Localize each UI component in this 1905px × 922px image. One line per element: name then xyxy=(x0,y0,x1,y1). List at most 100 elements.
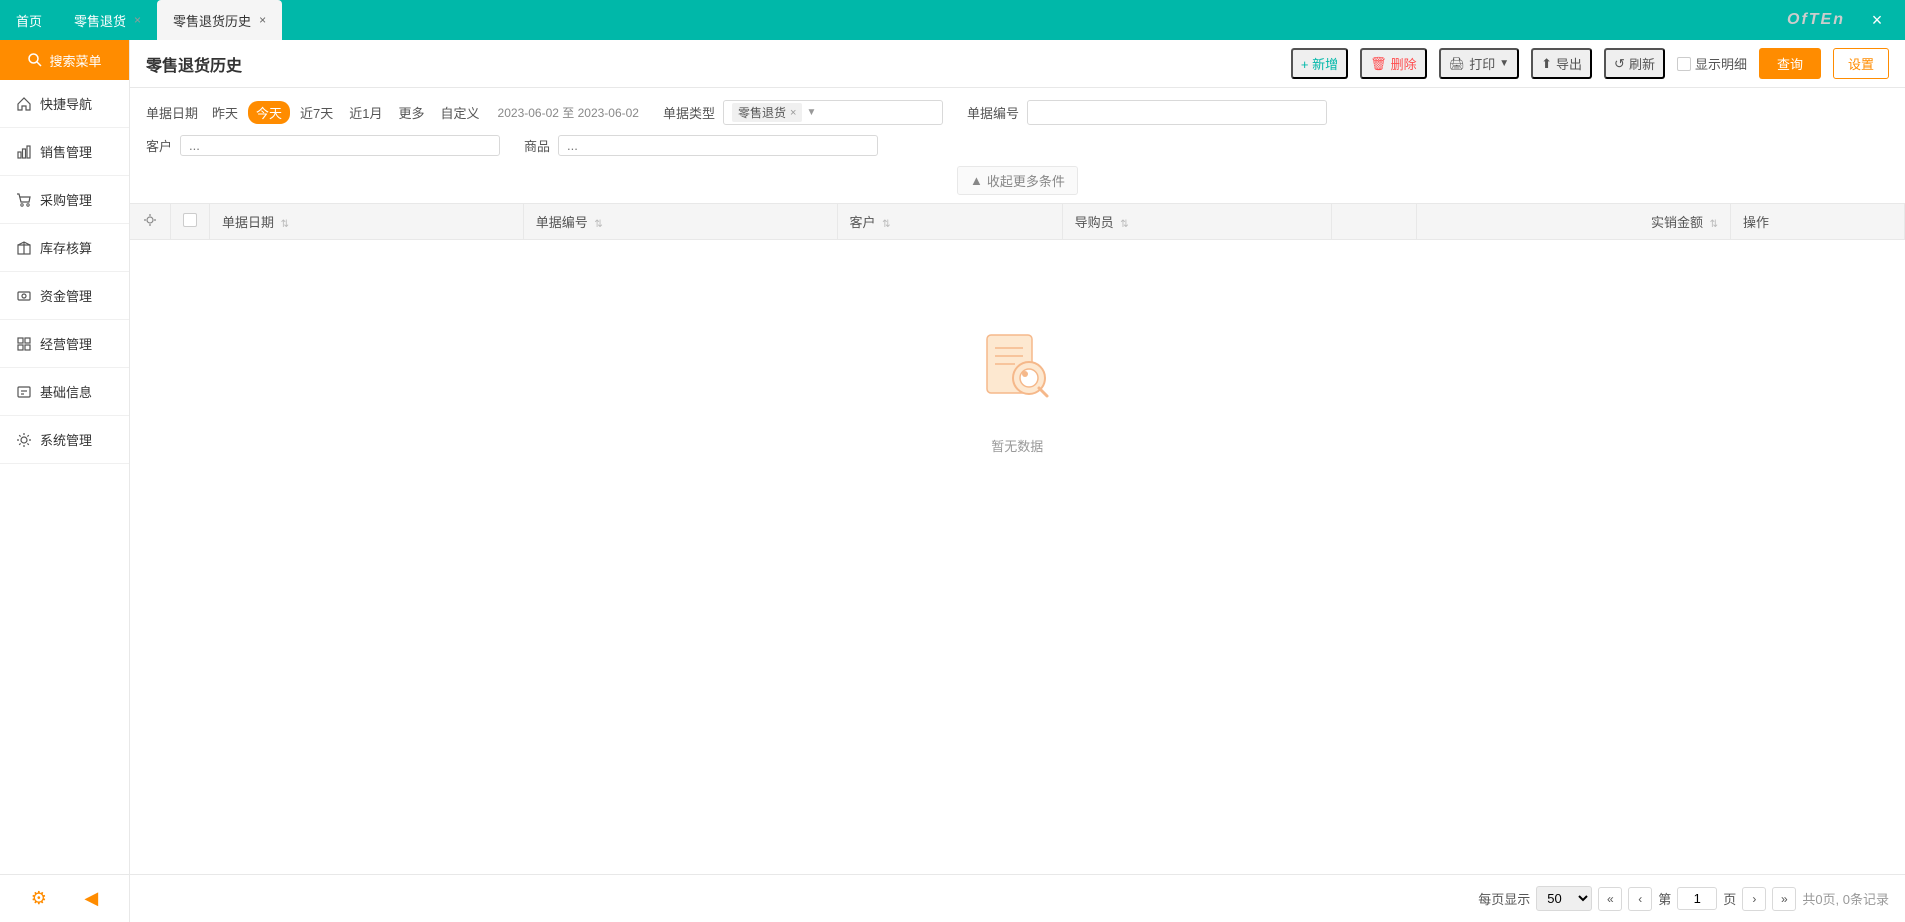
manage-icon xyxy=(16,336,32,352)
sidebar-item-system[interactable]: 系统管理 xyxy=(0,416,129,464)
first-page-button[interactable]: « xyxy=(1598,887,1622,911)
doc-type-tag-close[interactable]: × xyxy=(790,107,796,119)
refresh-button[interactable]: ↺ 刷新 xyxy=(1604,48,1665,79)
page-title: 零售退货历史 xyxy=(146,52,242,76)
sidebar-item-basic-label: 基础信息 xyxy=(40,382,92,401)
sidebar-item-operations-label: 经营管理 xyxy=(40,334,92,353)
tab-retail-return-history-label: 零售退货历史 xyxy=(173,11,251,30)
close-window-icon: × xyxy=(1872,10,1883,31)
tab-home[interactable]: 首页 xyxy=(0,0,58,40)
sidebar-item-finance-label: 资金管理 xyxy=(40,286,92,305)
query-button[interactable]: 查询 xyxy=(1759,48,1821,79)
collapse-icon: ▲ xyxy=(970,173,983,188)
table-footer: 每页显示 50 20 100 200 « ‹ 第 页 › » 共0页, 0条记录 xyxy=(130,874,1905,922)
doc-type-input[interactable]: 零售退货 × ▼ xyxy=(723,100,943,125)
doc-no-input[interactable] xyxy=(1027,100,1327,125)
tab-retail-return[interactable]: 零售退货 × xyxy=(58,0,157,40)
settings-icon[interactable]: ⚙ xyxy=(31,888,47,909)
close-window-button[interactable]: × xyxy=(1861,4,1893,36)
tab-retail-return-history-close[interactable]: × xyxy=(259,13,266,27)
sort-no-icon: ⇅ xyxy=(594,219,602,230)
table-body: 暂无数据 xyxy=(130,240,1905,536)
empty-cell: 暂无数据 xyxy=(130,240,1905,536)
date-yesterday[interactable]: 昨天 xyxy=(206,101,244,124)
page-size-select[interactable]: 50 20 100 200 xyxy=(1536,886,1592,911)
top-tab-bar: 首页 零售退货 × 零售退货历史 × OfTEn × xyxy=(0,0,1905,40)
customer-label: 客户 xyxy=(146,136,172,155)
date-selector: 昨天 今天 近7天 近1月 更多 自定义 xyxy=(206,101,486,124)
tab-retail-return-label: 零售退货 xyxy=(74,11,126,30)
new-button[interactable]: + 新增 xyxy=(1291,48,1348,79)
sidebar-item-quicknav[interactable]: 快捷导航 xyxy=(0,80,129,128)
th-date[interactable]: 单据日期 ⇅ xyxy=(210,204,524,240)
page-label: 第 xyxy=(1658,889,1671,908)
header-checkbox[interactable] xyxy=(183,213,197,227)
goods-input[interactable] xyxy=(558,135,878,156)
th-no[interactable]: 单据编号 ⇅ xyxy=(523,204,837,240)
sidebar-item-basic[interactable]: 基础信息 xyxy=(0,368,129,416)
empty-illustration xyxy=(967,320,1067,420)
tab-retail-return-close[interactable]: × xyxy=(134,13,141,27)
print-dropdown-icon: ▼ xyxy=(1499,58,1509,69)
customer-input[interactable] xyxy=(180,135,500,156)
delete-button[interactable]: 🗑 删除 xyxy=(1360,48,1427,79)
customer-search-input[interactable] xyxy=(189,138,369,153)
th-settings[interactable] xyxy=(130,204,171,240)
tab-list: 首页 零售退货 × 零售退货历史 × xyxy=(0,0,1787,40)
table-container: 单据日期 ⇅ 单据编号 ⇅ 客户 ⇅ 导购员 ⇅ xyxy=(130,204,1905,874)
date-more[interactable]: 更多 xyxy=(393,101,431,124)
volume-icon[interactable]: ◀ xyxy=(84,888,98,909)
sort-guide-icon: ⇅ xyxy=(1120,219,1128,230)
doc-type-filter: 单据类型 零售退货 × ▼ xyxy=(663,100,943,125)
date-custom[interactable]: 自定义 xyxy=(435,101,486,124)
collapse-button[interactable]: ▲ 收起更多条件 xyxy=(957,166,1078,195)
show-detail-checkbox[interactable]: 显示明细 xyxy=(1677,54,1747,73)
main-layout: 搜索菜单 快捷导航 销售管理 xyxy=(0,40,1905,922)
table-header: 单据日期 ⇅ 单据编号 ⇅ 客户 ⇅ 导购员 ⇅ xyxy=(130,204,1905,240)
sidebar-item-sales[interactable]: 销售管理 xyxy=(0,128,129,176)
date-1month[interactable]: 近1月 xyxy=(343,101,388,124)
sidebar: 搜索菜单 快捷导航 销售管理 xyxy=(0,40,130,922)
goods-label: 商品 xyxy=(524,136,550,155)
date-7days[interactable]: 近7天 xyxy=(294,101,339,124)
print-button[interactable]: 🖨 打印 ▼ xyxy=(1439,48,1519,79)
sidebar-item-system-label: 系统管理 xyxy=(40,430,92,449)
search-icon xyxy=(27,52,43,68)
th-guide[interactable]: 导购员 ⇅ xyxy=(1062,204,1331,240)
date-today[interactable]: 今天 xyxy=(248,101,290,124)
detail-checkbox[interactable] xyxy=(1677,57,1691,71)
page-header: 零售退货历史 + 新增 🗑 删除 🖨 打印 ▼ ⬆ 导出 ↺ xyxy=(130,40,1905,88)
th-action: 操作 xyxy=(1731,204,1905,240)
tab-retail-return-history[interactable]: 零售退货历史 × xyxy=(157,0,282,40)
header-actions: + 新增 🗑 删除 🖨 打印 ▼ ⬆ 导出 ↺ 刷新 xyxy=(1291,48,1889,79)
sidebar-item-operations[interactable]: 经营管理 xyxy=(0,320,129,368)
filter-area: 单据日期 昨天 今天 近7天 近1月 更多 自定义 2023-06-02 至 2… xyxy=(130,88,1905,204)
delete-icon: 🗑 xyxy=(1370,56,1387,72)
next-page-button[interactable]: › xyxy=(1742,887,1766,911)
empty-text: 暂无数据 xyxy=(991,436,1043,455)
sidebar-search-button[interactable]: 搜索菜单 xyxy=(0,40,129,80)
cart-icon xyxy=(16,192,32,208)
prev-page-button[interactable]: ‹ xyxy=(1628,887,1652,911)
page-size-label: 每页显示 xyxy=(1478,889,1530,908)
sidebar-item-inventory[interactable]: 库存核算 xyxy=(0,224,129,272)
th-check[interactable] xyxy=(171,204,210,240)
info-icon xyxy=(16,384,32,400)
home-icon xyxy=(16,96,32,112)
total-text: 共0页, 0条记录 xyxy=(1802,889,1889,908)
data-table: 单据日期 ⇅ 单据编号 ⇅ 客户 ⇅ 导购员 ⇅ xyxy=(130,204,1905,535)
th-customer[interactable]: 客户 ⇅ xyxy=(837,204,1062,240)
tab-home-label: 首页 xyxy=(16,11,42,30)
doc-type-dropdown-icon: ▼ xyxy=(806,107,816,118)
customer-filter: 客户 xyxy=(146,135,500,156)
page-input[interactable] xyxy=(1677,887,1717,910)
goods-search-input[interactable] xyxy=(567,138,747,153)
th-amount[interactable]: 实销金额 ⇅ xyxy=(1417,204,1731,240)
sidebar-item-finance[interactable]: 资金管理 xyxy=(0,272,129,320)
last-page-button[interactable]: » xyxy=(1772,887,1796,911)
export-button[interactable]: ⬆ 导出 xyxy=(1531,48,1592,79)
doc-no-label: 单据编号 xyxy=(967,103,1019,122)
date-filter: 单据日期 昨天 今天 近7天 近1月 更多 自定义 2023-06-02 至 2… xyxy=(146,101,639,124)
setting-button[interactable]: 设置 xyxy=(1833,48,1889,79)
sidebar-item-purchase[interactable]: 采购管理 xyxy=(0,176,129,224)
